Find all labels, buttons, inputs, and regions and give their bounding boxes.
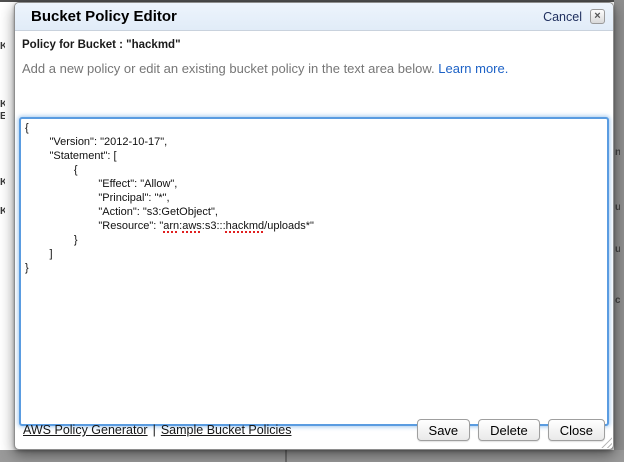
aws-policy-generator-link[interactable]: AWS Policy Generator	[23, 423, 148, 437]
background-text-fragment: u	[615, 203, 620, 213]
background-text-fragment: K	[0, 42, 5, 52]
background-text-fragment: c	[615, 296, 620, 306]
dialog-footer: AWS Policy Generator | Sample Bucket Polic…	[23, 418, 605, 442]
background-text-fragment: n	[615, 148, 620, 158]
footer-links: AWS Policy Generator | Sample Bucket Polic…	[23, 423, 291, 437]
dialog-description: Add a new policy or edit an existing buc…	[22, 61, 613, 76]
description-text: Add a new policy or edit an existing buc…	[22, 61, 435, 76]
background-table-border	[285, 450, 287, 462]
background-text-fragment: K	[0, 207, 5, 217]
cancel-link[interactable]: Cancel	[543, 10, 582, 24]
learn-more-link[interactable]: Learn more.	[438, 61, 508, 76]
background-right-strip	[614, 0, 624, 462]
background-bottom-strip	[0, 450, 624, 462]
delete-button[interactable]: Delete	[478, 419, 540, 441]
background-text-fragment: E	[0, 112, 5, 122]
policy-text[interactable]: { "Version": "2012-10-17", "Statement": …	[19, 117, 609, 426]
background-text-fragment: u	[615, 245, 620, 255]
close-x-button[interactable]: ×	[590, 9, 605, 24]
background-text-fragment: K	[0, 100, 5, 110]
dialog-header: Bucket Policy Editor Cancel ×	[15, 3, 613, 31]
bucket-policy-editor-dialog: Bucket Policy Editor Cancel × Policy for…	[14, 2, 614, 450]
link-separator: |	[153, 423, 156, 437]
background-text-fragment: K	[0, 178, 5, 188]
close-icon: ×	[594, 11, 600, 22]
sample-bucket-policies-link[interactable]: Sample Bucket Policies	[161, 423, 292, 437]
save-button[interactable]: Save	[417, 419, 471, 441]
policy-for-bucket-label: Policy for Bucket : "hackmd"	[22, 39, 613, 51]
screen: K K E K K n u u c Bucket Policy Editor C…	[0, 0, 624, 462]
dialog-title: Bucket Policy Editor	[31, 8, 177, 25]
close-button[interactable]: Close	[548, 419, 605, 441]
